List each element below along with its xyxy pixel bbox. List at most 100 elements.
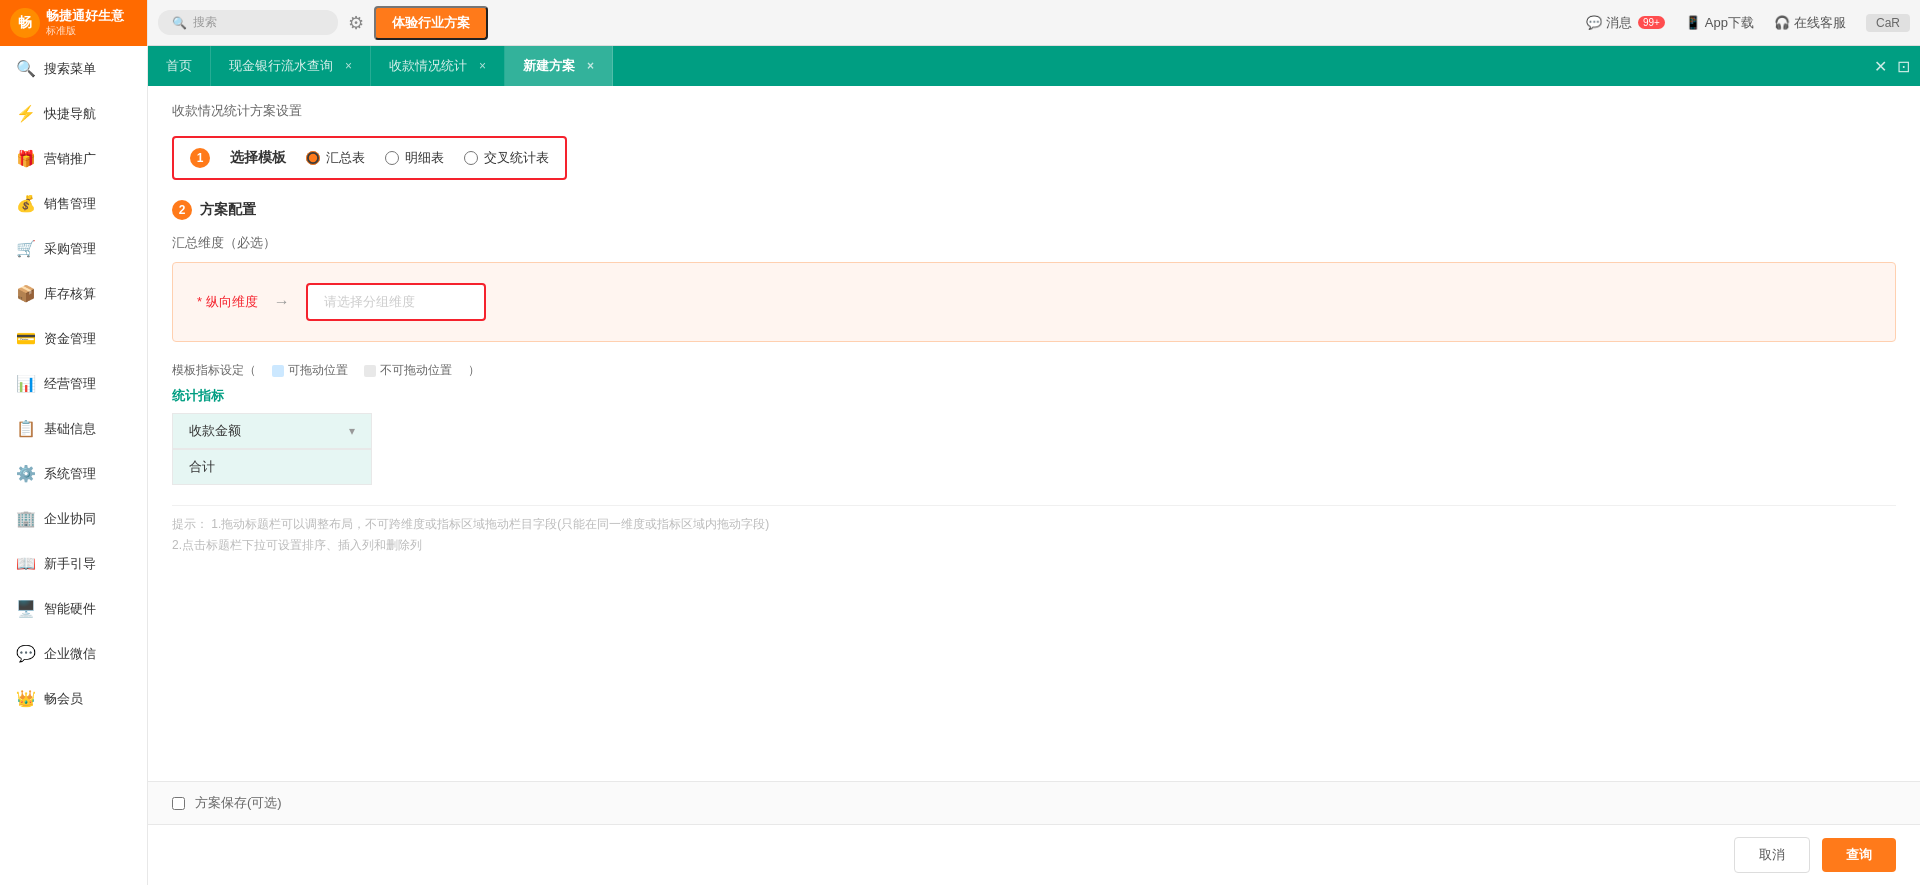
search-placeholder: 搜索 [193,14,217,31]
service-item[interactable]: 🎧 在线客服 [1774,14,1846,32]
content-area: 收款情况统计方案设置 1 选择模板 汇总表 [148,86,1920,885]
enterprise-icon: 🏢 [16,509,34,528]
step1-header: 1 选择模板 汇总表 明细表 [172,136,1896,180]
sidebar-item-label: 系统管理 [44,465,96,483]
trial-button[interactable]: 体验行业方案 [374,6,488,40]
maximize-icon[interactable]: ⊡ [1897,57,1910,76]
member-icon: 👑 [16,689,34,708]
sidebar-item-label: 智能硬件 [44,600,96,618]
topbar: 🔍 搜索 ⚙ 体验行业方案 💬 消息 99+ 📱 App下载 🎧 在线客服 Ca… [148,0,1920,46]
save-label: 方案保存(可选) [195,794,282,812]
sidebar-item-label: 企业微信 [44,645,96,663]
sidebar-item-search[interactable]: 🔍 搜索菜单 [0,46,147,91]
sidebar: 畅 畅捷通好生意 标准版 🔍 搜索菜单 ⚡ 快捷导航 🎁 营销推广 💰 销售管理… [0,0,148,885]
step1-label: 选择模板 [230,149,286,167]
sidebar-item-label: 搜索菜单 [44,60,96,78]
dimension-area: * 纵向维度 → 请选择分组维度 [172,262,1896,342]
page-title: 收款情况统计方案设置 [172,102,1896,120]
main-area: 🔍 搜索 ⚙ 体验行业方案 💬 消息 99+ 📱 App下载 🎧 在线客服 Ca… [148,0,1920,885]
sidebar-item-basic[interactable]: 📋 基础信息 [0,406,147,451]
draggable-indicator: 可拖动位置 [272,362,348,379]
wechat-icon: 💬 [16,644,34,663]
quick-nav-icon: ⚡ [16,104,34,123]
logo-name: 畅捷通好生意 [46,8,124,24]
marketing-icon: 🎁 [16,149,34,168]
sales-icon: 💰 [16,194,34,213]
sidebar-item-purchase[interactable]: 🛒 采购管理 [0,226,147,271]
sidebar-item-inventory[interactable]: 📦 库存核算 [0,271,147,316]
download-item[interactable]: 📱 App下载 [1685,14,1754,32]
save-checkbox[interactable] [172,797,185,810]
sidebar-item-hardware[interactable]: 🖥️ 智能硬件 [0,586,147,631]
tab-home[interactable]: 首页 [148,46,211,86]
draggable-legend: 模板指标设定（ 可拖动位置 不可拖动位置 ） [172,362,1896,379]
tips-area: 提示： 1.拖动标题栏可以调整布局，不可跨维度或指标区域拖动栏目字段(只能在同一… [172,505,1896,554]
sidebar-item-sales[interactable]: 💰 销售管理 [0,181,147,226]
sidebar-item-label: 快捷导航 [44,105,96,123]
close-paren: ） [468,362,480,379]
radio-cross-label: 交叉统计表 [484,149,549,167]
collection-tab-close-icon[interactable]: × [479,59,486,73]
download-icon: 📱 [1685,15,1701,30]
tab-bank[interactable]: 现金银行流水查询 × [211,46,371,86]
notification-item[interactable]: 💬 消息 99+ [1586,14,1665,32]
search-bar[interactable]: 🔍 搜索 [158,10,338,35]
bank-tab-label: 现金银行流水查询 [229,57,333,75]
notification-icon: 💬 [1586,15,1602,30]
step2-label: 方案配置 [200,201,256,219]
fixed-label: 不可拖动位置 [380,362,452,379]
search-icon-top: 🔍 [172,16,187,30]
settings-icon[interactable]: ⚙ [348,12,364,34]
tab-new-plan[interactable]: 新建方案 × [505,46,613,86]
radio-detail[interactable]: 明细表 [385,149,444,167]
home-tab-label: 首页 [166,57,192,75]
notification-badge: 99+ [1638,16,1665,29]
logo-icon: 畅 [10,8,40,38]
close-window-icon[interactable]: ✕ [1874,57,1887,76]
draggable-dot [272,365,284,377]
tabbar-controls: ✕ ⊡ [1864,46,1920,86]
sidebar-item-enterprise[interactable]: 🏢 企业协同 [0,496,147,541]
page-content: 收款情况统计方案设置 1 选择模板 汇总表 [148,86,1920,781]
sidebar-item-label: 销售管理 [44,195,96,213]
sidebar-item-label: 新手引导 [44,555,96,573]
sidebar-item-guide[interactable]: 📖 新手引导 [0,541,147,586]
search-icon: 🔍 [16,59,34,78]
cancel-button[interactable]: 取消 [1734,837,1810,873]
radio-cross[interactable]: 交叉统计表 [464,149,549,167]
sidebar-item-quick-nav[interactable]: ⚡ 快捷导航 [0,91,147,136]
row-dimension-label: * 纵向维度 [197,293,258,311]
step2-header: 2 方案配置 [172,200,1896,220]
sidebar-item-system[interactable]: ⚙️ 系统管理 [0,451,147,496]
tab-collection-stat[interactable]: 收款情况统计 × [371,46,505,86]
bank-tab-close-icon[interactable]: × [345,59,352,73]
sidebar-item-label: 库存核算 [44,285,96,303]
logo-sub: 标准版 [46,24,124,38]
sidebar-item-label: 企业协同 [44,510,96,528]
basic-icon: 📋 [16,419,34,438]
metrics-chevron-icon[interactable]: ▾ [349,424,355,438]
new-plan-tab-label: 新建方案 [523,57,575,75]
metrics-section: 模板指标设定（ 可拖动位置 不可拖动位置 ） 统计指标 [172,362,1896,485]
sidebar-item-label: 经营管理 [44,375,96,393]
fixed-dot [364,365,376,377]
radio-detail-label: 明细表 [405,149,444,167]
new-plan-tab-close-icon[interactable]: × [587,59,594,73]
sidebar-item-finance[interactable]: 💳 资金管理 [0,316,147,361]
metrics-header-row: 收款金额 ▾ [173,414,371,449]
sidebar-item-operation[interactable]: 📊 经营管理 [0,361,147,406]
user-avatar[interactable]: CaR [1866,14,1910,32]
tabbar: 首页 现金银行流水查询 × 收款情况统计 × 新建方案 × ✕ ⊡ [148,46,1920,86]
dimension-select[interactable]: 请选择分组维度 [306,283,486,321]
metrics-total-row: 合计 [173,449,371,484]
sidebar-logo: 畅 畅捷通好生意 标准版 [0,0,147,46]
sidebar-item-member[interactable]: 👑 畅会员 [0,676,147,721]
operation-icon: 📊 [16,374,34,393]
query-button[interactable]: 查询 [1822,838,1896,872]
purchase-icon: 🛒 [16,239,34,258]
radio-summary[interactable]: 汇总表 [306,149,365,167]
sidebar-item-marketing[interactable]: 🎁 营销推广 [0,136,147,181]
step1-num: 1 [190,148,210,168]
hardware-icon: 🖥️ [16,599,34,618]
sidebar-item-wechat[interactable]: 💬 企业微信 [0,631,147,676]
